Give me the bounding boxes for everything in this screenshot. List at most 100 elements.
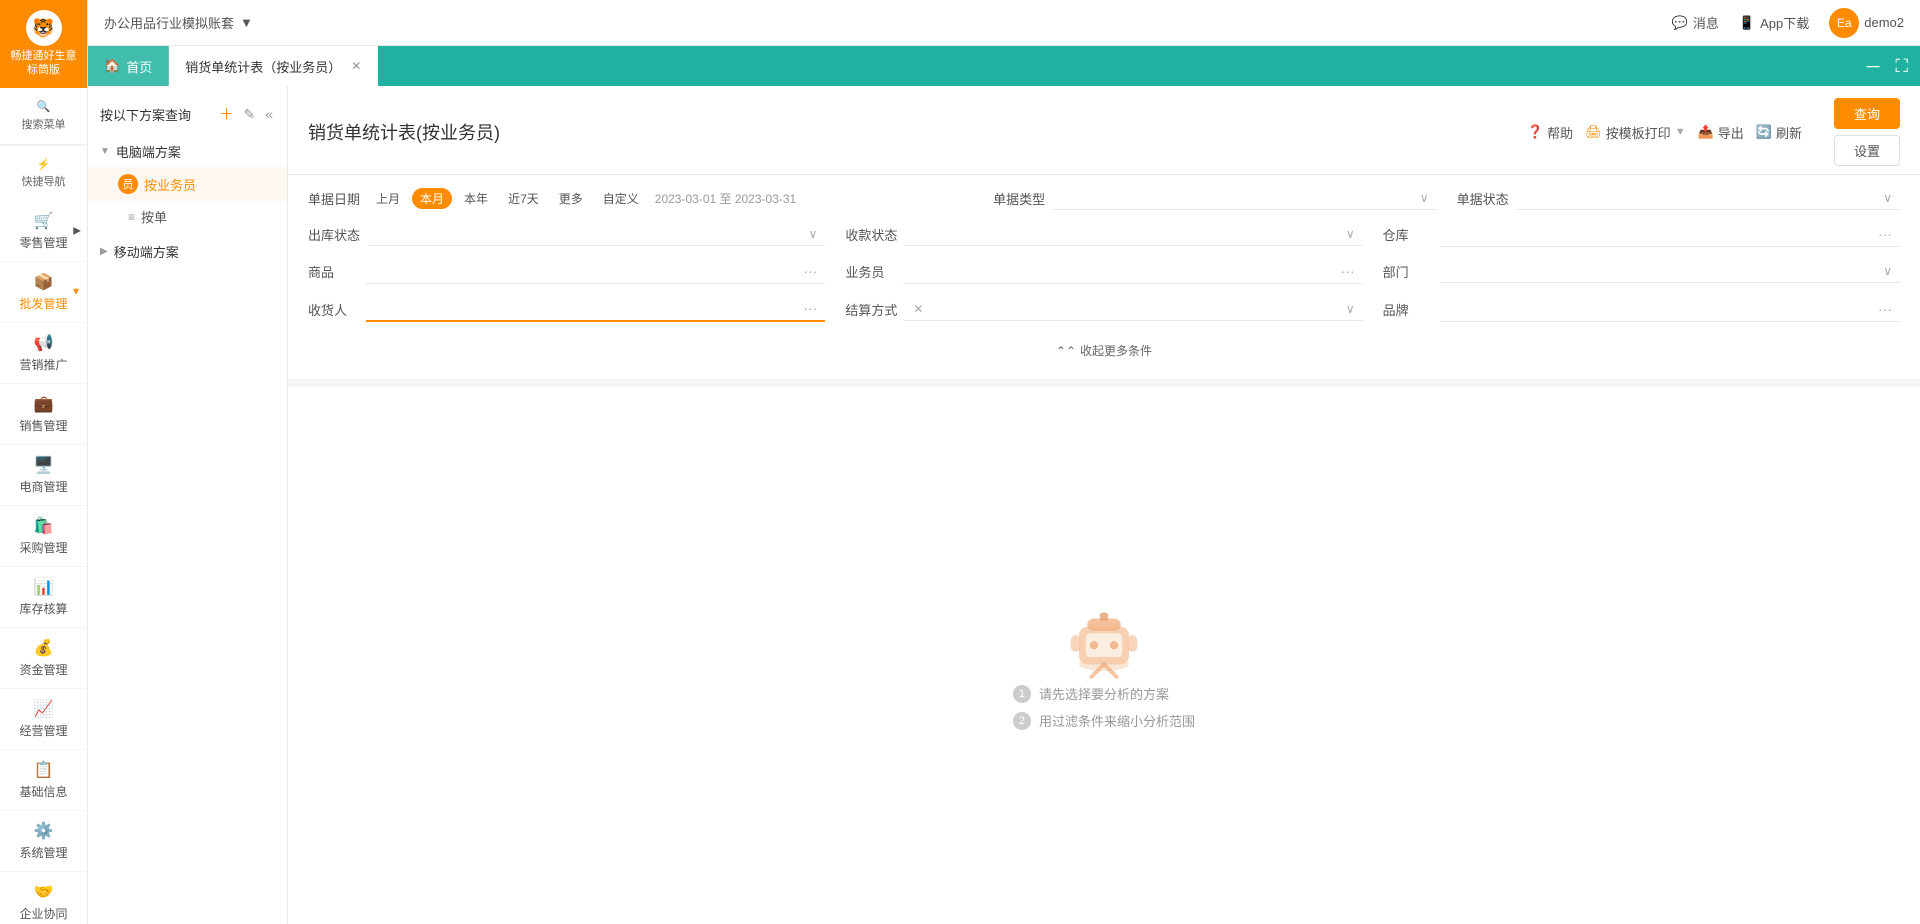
date-range: 2023-03-01 至 2023-03-31 bbox=[655, 190, 796, 207]
settlement-control[interactable]: ✕ ∨ bbox=[905, 298, 1362, 321]
sidebar-item-basic[interactable]: 📋 基础信息 bbox=[0, 750, 87, 811]
print-button[interactable]: 🖨 按模板打印 ▼ bbox=[1585, 123, 1685, 142]
settlement-label: 结算方式 bbox=[845, 300, 897, 319]
message-icon: 💬 bbox=[1672, 15, 1688, 31]
filter-settlement: 结算方式 ✕ ∨ bbox=[845, 298, 1362, 321]
retail-arrow-icon: ▶ bbox=[73, 225, 81, 236]
sidebar: 🐯 畅捷通好生意 标筒版 🔍 搜索菜单 ⚡ 快捷导航 🛒 零售管理 ▶ 📦 批发… bbox=[0, 0, 88, 924]
empty-illustration bbox=[1054, 581, 1154, 684]
tabbar-right: ─ ⛶ bbox=[1863, 46, 1920, 86]
warehouse-control[interactable]: ··· bbox=[1441, 222, 1900, 247]
settlement-arrow-icon: ∨ bbox=[1346, 302, 1355, 316]
help-icon: ❓ bbox=[1527, 124, 1543, 140]
salesman-dots-icon: ··· bbox=[1341, 263, 1355, 279]
warehouse-label: 仓库 bbox=[1383, 225, 1433, 244]
basic-icon: 📋 bbox=[34, 760, 54, 780]
sidebar-item-retail[interactable]: 🛒 零售管理 ▶ bbox=[0, 201, 87, 262]
edit-scheme-button[interactable]: ✎ bbox=[241, 104, 257, 125]
account-dropdown[interactable]: 办公用品行业模拟账套 ▼ bbox=[104, 13, 253, 32]
setting-button[interactable]: 设置 bbox=[1834, 135, 1900, 166]
dept-arrow-icon: ∨ bbox=[1883, 264, 1892, 278]
filter-brand: 品牌 ··· bbox=[1383, 297, 1900, 322]
sidebar-item-ecommerce[interactable]: 🖥️ 电商管理 bbox=[0, 445, 87, 506]
desktop-section-arrow-icon: ▼ bbox=[100, 146, 110, 157]
goods-label: 商品 bbox=[308, 262, 358, 281]
sidebar-logo: 🐯 畅捷通好生意 标筒版 bbox=[0, 0, 87, 88]
salesman-scheme-icon: 员 bbox=[118, 174, 138, 194]
wholesale-icon: 📦 bbox=[34, 272, 54, 292]
receiver-label: 收货人 bbox=[308, 300, 358, 319]
quick-nav-button[interactable]: ⚡ 快捷导航 bbox=[6, 154, 81, 193]
scheme-sub-item-by-order[interactable]: ≡ 按单 bbox=[88, 201, 287, 232]
minimize-button[interactable]: ─ bbox=[1863, 52, 1884, 81]
receiver-control[interactable]: ··· bbox=[366, 296, 825, 322]
date-tab-more[interactable]: 更多 bbox=[551, 188, 591, 209]
receipt-status-control[interactable]: ∨ bbox=[905, 223, 1362, 246]
scheme-item-by-salesman[interactable]: 员 按业务员 bbox=[88, 167, 287, 201]
brand-control[interactable]: ··· bbox=[1441, 297, 1900, 322]
system-icon: ⚙️ bbox=[34, 821, 54, 841]
quick-nav-section: ⚡ 快捷导航 bbox=[0, 145, 87, 201]
filter-date: 单据日期 上月 本月 本年 近7天 更多 自定义 2023-03-01 至 20… bbox=[308, 188, 973, 209]
sidebar-item-purchase[interactable]: 🛍️ 采购管理 bbox=[0, 506, 87, 567]
date-tab-custom[interactable]: 自定义 bbox=[595, 188, 647, 209]
date-tab-last-month[interactable]: 上月 bbox=[368, 188, 408, 209]
desktop-scheme-title[interactable]: ▼ 电脑端方案 bbox=[88, 136, 287, 167]
operation-icon: 📈 bbox=[34, 699, 54, 719]
doc-status-control[interactable]: ∨ bbox=[1517, 187, 1900, 210]
refresh-icon: 🔄 bbox=[1756, 124, 1772, 140]
settlement-clear-icon[interactable]: ✕ bbox=[913, 302, 923, 316]
search-menu-button[interactable]: 🔍 搜索菜单 bbox=[6, 96, 81, 136]
sales-icon: 💼 bbox=[34, 394, 54, 414]
sidebar-item-cooperation[interactable]: 🤝 企业协同 bbox=[0, 872, 87, 924]
sidebar-item-inventory[interactable]: 📊 库存核算 bbox=[0, 567, 87, 628]
date-tab-this-month[interactable]: 本月 bbox=[412, 188, 452, 209]
left-panel: 按以下方案查询 ＋ ✎ « ▼ 电脑端方案 员 按业务员 ≡ bbox=[88, 86, 288, 924]
salesman-control[interactable]: ··· bbox=[903, 259, 1362, 284]
export-button[interactable]: 📤 导出 bbox=[1698, 123, 1744, 142]
page-header: 销货单统计表(按业务员) ❓ 帮助 🖨 按模板打印 ▼ 📤 导出 bbox=[288, 86, 1920, 175]
mobile-scheme-title[interactable]: ▶ 移动端方案 bbox=[88, 236, 287, 267]
sidebar-item-finance[interactable]: 💰 资金管理 bbox=[0, 628, 87, 689]
tab-sales-stat[interactable]: 销货单统计表（按业务员） ✕ bbox=[169, 46, 378, 86]
goods-control[interactable]: ··· bbox=[366, 259, 825, 284]
message-button[interactable]: 💬 消息 bbox=[1672, 13, 1719, 32]
sidebar-nav: 🛒 零售管理 ▶ 📦 批发管理 ▼ 📢 营销推广 💼 销售管理 🖥️ 电商管理 … bbox=[0, 201, 87, 924]
logo-emoji: 🐯 bbox=[32, 18, 54, 39]
account-dropdown-arrow-icon: ▼ bbox=[240, 15, 253, 30]
add-scheme-button[interactable]: ＋ bbox=[217, 102, 235, 126]
sidebar-item-marketing[interactable]: 📢 营销推广 bbox=[0, 323, 87, 384]
collapse-panel-button[interactable]: « bbox=[263, 104, 275, 124]
help-button[interactable]: ❓ 帮助 bbox=[1527, 123, 1573, 142]
sidebar-item-system[interactable]: ⚙️ 系统管理 bbox=[0, 811, 87, 872]
collapse-button[interactable]: ⌃⌃ 收起更多条件 bbox=[308, 334, 1900, 367]
dept-control[interactable]: ∨ bbox=[1441, 260, 1900, 283]
sidebar-item-wholesale[interactable]: 📦 批发管理 ▼ bbox=[0, 262, 87, 323]
empty-tip-1: 1 请先选择要分析的方案 bbox=[1013, 684, 1195, 703]
tab-close-icon[interactable]: ✕ bbox=[351, 59, 361, 73]
date-label: 单据日期 bbox=[308, 189, 360, 208]
page-title: 销货单统计表(按业务员) bbox=[308, 119, 500, 145]
sidebar-item-operation[interactable]: 📈 经营管理 bbox=[0, 689, 87, 750]
filter-warehouse: 仓库 ··· bbox=[1383, 222, 1900, 247]
filter-row-1: 单据日期 上月 本月 本年 近7天 更多 自定义 2023-03-01 至 20… bbox=[308, 187, 1900, 210]
doc-type-control[interactable]: ∨ bbox=[1053, 187, 1436, 210]
avatar: Ea bbox=[1829, 8, 1859, 38]
filter-goods: 商品 ··· bbox=[308, 259, 825, 284]
app-download-button[interactable]: 📱 App下载 bbox=[1739, 13, 1809, 32]
refresh-button[interactable]: 🔄 刷新 bbox=[1756, 123, 1802, 142]
date-tab-7days[interactable]: 近7天 bbox=[500, 188, 547, 209]
sidebar-item-sales[interactable]: 💼 销售管理 bbox=[0, 384, 87, 445]
date-tab-this-year[interactable]: 本年 bbox=[456, 188, 496, 209]
filter-row-4: 收货人 ··· 结算方式 ✕ ∨ bbox=[308, 296, 1900, 322]
tab-home[interactable]: 🏠 首页 bbox=[88, 46, 169, 86]
maximize-button[interactable]: ⛶ bbox=[1891, 52, 1912, 81]
filter-row-3: 商品 ··· 业务员 ··· 部门 bbox=[308, 259, 1900, 284]
out-status-control[interactable]: ∨ bbox=[368, 223, 825, 246]
download-icon: 📱 bbox=[1739, 15, 1755, 31]
main-area: 办公用品行业模拟账套 ▼ 💬 消息 📱 App下载 Ea demo2 🏠 首页 bbox=[88, 0, 1920, 924]
query-button[interactable]: 查询 bbox=[1834, 98, 1900, 129]
user-profile[interactable]: Ea demo2 bbox=[1829, 8, 1904, 38]
filter-receiver: 收货人 ··· bbox=[308, 296, 825, 322]
filter-row-2: 出库状态 ∨ 收款状态 ∨ 仓库 bbox=[308, 222, 1900, 247]
